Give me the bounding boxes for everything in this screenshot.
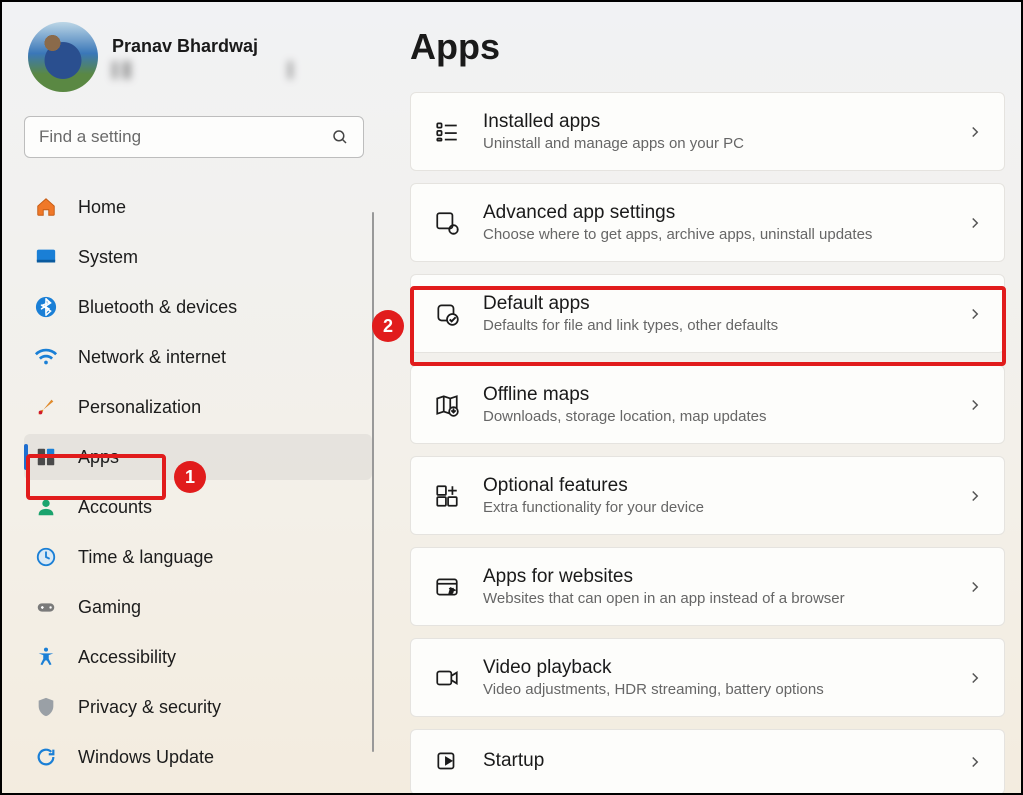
annotation-badge-2: 2: [372, 310, 404, 342]
default-apps-icon: [433, 300, 461, 328]
card-title: Optional features: [483, 475, 944, 497]
chevron-right-icon: [966, 753, 984, 771]
chevron-right-icon: [966, 123, 984, 141]
shield-icon: [34, 695, 58, 719]
avatar: [28, 22, 98, 92]
card-default-apps[interactable]: Default apps Defaults for file and link …: [410, 274, 1005, 353]
search-box[interactable]: [24, 116, 364, 158]
bluetooth-icon: [34, 295, 58, 319]
sidebar-item-label: Time & language: [78, 547, 213, 568]
card-title: Advanced app settings: [483, 202, 944, 224]
gamepad-icon: [34, 595, 58, 619]
sidebar-item-privacy[interactable]: Privacy & security: [24, 684, 372, 730]
sidebar-item-label: Accessibility: [78, 647, 176, 668]
clock-globe-icon: [34, 545, 58, 569]
sidebar-item-accessibility[interactable]: Accessibility: [24, 634, 372, 680]
sidebar-item-label: Gaming: [78, 597, 141, 618]
profile-block[interactable]: Pranav Bhardwaj: [24, 22, 372, 92]
chevron-right-icon: [966, 578, 984, 596]
profile-email-blurred: [112, 61, 332, 79]
search-icon: [331, 128, 349, 146]
sidebar-item-time-language[interactable]: Time & language: [24, 534, 372, 580]
sidebar-item-label: Network & internet: [78, 347, 226, 368]
card-subtitle: Downloads, storage location, map updates: [483, 408, 944, 425]
card-optional-features[interactable]: Optional features Extra functionality fo…: [410, 456, 1005, 535]
card-offline-maps[interactable]: Offline maps Downloads, storage location…: [410, 365, 1005, 444]
sidebar-item-home[interactable]: Home: [24, 184, 372, 230]
chevron-right-icon: [966, 487, 984, 505]
card-subtitle: Extra functionality for your device: [483, 499, 944, 516]
sidebar-item-label: Bluetooth & devices: [78, 297, 237, 318]
optional-features-icon: [433, 482, 461, 510]
home-icon: [34, 195, 58, 219]
sidebar-item-label: Apps: [78, 447, 119, 468]
card-title: Video playback: [483, 657, 944, 679]
card-title: Default apps: [483, 293, 944, 315]
profile-name: Pranav Bhardwaj: [112, 36, 332, 57]
card-title: Startup: [483, 750, 944, 772]
card-apps-for-websites[interactable]: Apps for websites Websites that can open…: [410, 547, 1005, 626]
sidebar-item-personalization[interactable]: Personalization: [24, 384, 372, 430]
sidebar-item-label: Windows Update: [78, 747, 214, 768]
card-title: Installed apps: [483, 111, 944, 133]
wifi-icon: [34, 345, 58, 369]
sidebar-item-windows-update[interactable]: Windows Update: [24, 734, 372, 780]
sidebar-item-label: Accounts: [78, 497, 152, 518]
sidebar-item-label: Privacy & security: [78, 697, 221, 718]
card-startup[interactable]: Startup: [410, 729, 1005, 793]
card-subtitle: Choose where to get apps, archive apps, …: [483, 226, 944, 243]
page-title: Apps: [410, 26, 1005, 68]
brush-icon: [34, 395, 58, 419]
update-icon: [34, 745, 58, 769]
sidebar-item-accounts[interactable]: Accounts: [24, 484, 372, 530]
card-title: Offline maps: [483, 384, 944, 406]
system-icon: [34, 245, 58, 269]
sidebar: Pranav Bhardwaj Home System: [2, 2, 382, 793]
card-installed-apps[interactable]: Installed apps Uninstall and manage apps…: [410, 92, 1005, 171]
card-subtitle: Video adjustments, HDR streaming, batter…: [483, 681, 944, 698]
accounts-icon: [34, 495, 58, 519]
chevron-right-icon: [966, 396, 984, 414]
sidebar-item-label: Personalization: [78, 397, 201, 418]
chevron-right-icon: [966, 214, 984, 232]
apps-icon: [34, 445, 58, 469]
annotation-badge-1: 1: [174, 461, 206, 493]
sidebar-item-label: Home: [78, 197, 126, 218]
sidebar-item-bluetooth[interactable]: Bluetooth & devices: [24, 284, 372, 330]
chevron-right-icon: [966, 305, 984, 323]
advanced-settings-icon: [433, 209, 461, 237]
sidebar-scrollbar[interactable]: [372, 212, 374, 752]
map-icon: [433, 391, 461, 419]
search-input[interactable]: [39, 127, 331, 147]
accessibility-icon: [34, 645, 58, 669]
chevron-right-icon: [966, 669, 984, 687]
sidebar-item-network[interactable]: Network & internet: [24, 334, 372, 380]
apps-websites-icon: [433, 573, 461, 601]
card-title: Apps for websites: [483, 566, 944, 588]
video-icon: [433, 664, 461, 692]
installed-apps-icon: [433, 118, 461, 146]
card-subtitle: Uninstall and manage apps on your PC: [483, 135, 944, 152]
card-advanced-app-settings[interactable]: Advanced app settings Choose where to ge…: [410, 183, 1005, 262]
card-video-playback[interactable]: Video playback Video adjustments, HDR st…: [410, 638, 1005, 717]
sidebar-item-system[interactable]: System: [24, 234, 372, 280]
startup-icon: [433, 748, 461, 776]
sidebar-item-label: System: [78, 247, 138, 268]
card-subtitle: Websites that can open in an app instead…: [483, 590, 944, 607]
main-content: Apps Installed apps Uninstall and manage…: [382, 2, 1021, 793]
sidebar-item-gaming[interactable]: Gaming: [24, 584, 372, 630]
card-subtitle: Defaults for file and link types, other …: [483, 317, 944, 334]
